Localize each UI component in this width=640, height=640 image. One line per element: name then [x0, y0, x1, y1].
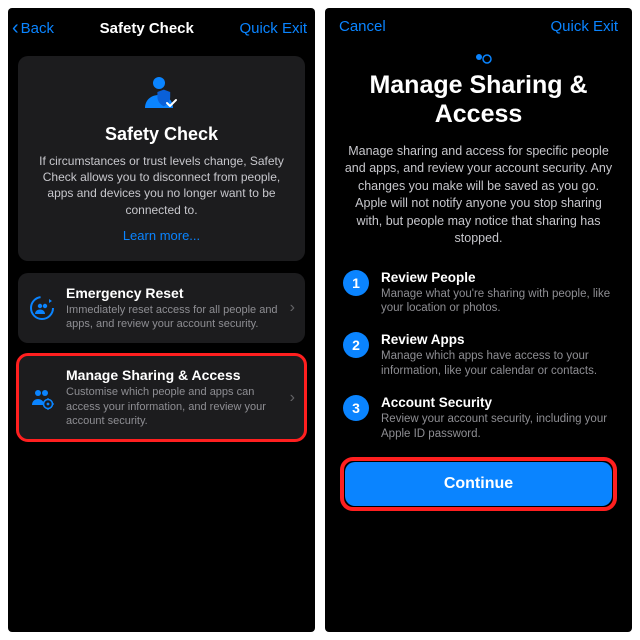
chevron-right-icon: › — [290, 389, 295, 407]
emergency-reset-sub: Immediately reset access for all people … — [66, 303, 280, 332]
page-body: Manage sharing and access for specific p… — [343, 143, 614, 248]
quick-exit-button[interactable]: Quick Exit — [239, 20, 307, 37]
step-body: Review Apps Manage which apps have acces… — [381, 332, 614, 379]
cancel-button[interactable]: Cancel — [339, 18, 386, 35]
continue-button[interactable]: Continue — [345, 462, 612, 506]
content: Safety Check If circumstances or trust l… — [8, 48, 315, 632]
people-gear-icon — [28, 385, 56, 411]
steps-list: 1 Review People Manage what you're shari… — [343, 270, 614, 443]
chevron-left-icon: ‹ — [12, 18, 19, 38]
step-sub: Review your account security, including … — [381, 412, 614, 442]
continue-highlight: Continue — [343, 460, 614, 508]
screen-manage-sharing: Cancel Quick Exit Manage Sharing & Acces… — [325, 8, 632, 632]
chevron-right-icon: › — [290, 299, 295, 317]
manage-sharing-row[interactable]: Manage Sharing & Access Customise which … — [18, 355, 305, 440]
reset-people-icon — [28, 295, 56, 321]
step-title: Review People — [381, 270, 614, 285]
navbar: ‹ Back Safety Check Quick Exit — [8, 8, 315, 48]
hero-title: Safety Check — [32, 124, 291, 145]
back-button[interactable]: ‹ Back — [12, 18, 54, 38]
row-text: Emergency Reset Immediately reset access… — [66, 285, 280, 332]
emergency-reset-row[interactable]: Emergency Reset Immediately reset access… — [18, 273, 305, 344]
learn-more-link[interactable]: Learn more... — [123, 228, 200, 243]
step-title: Account Security — [381, 395, 614, 410]
nav-title: Safety Check — [100, 20, 194, 37]
quick-exit-button[interactable]: Quick Exit — [550, 18, 618, 35]
back-label: Back — [21, 20, 54, 37]
step-body: Review People Manage what you're sharing… — [381, 270, 614, 317]
step-title: Review Apps — [381, 332, 614, 347]
step-number-badge: 2 — [343, 332, 369, 358]
step-sub: Manage which apps have access to your in… — [381, 349, 614, 379]
person-shield-icon — [32, 74, 291, 114]
people-gear-icon — [343, 49, 614, 65]
content: Manage Sharing & Access Manage sharing a… — [325, 45, 632, 632]
row-text: Manage Sharing & Access Customise which … — [66, 367, 280, 428]
manage-sharing-sub: Customise which people and apps can acce… — [66, 385, 280, 428]
manage-sharing-title: Manage Sharing & Access — [66, 367, 280, 383]
safety-check-card: Safety Check If circumstances or trust l… — [18, 56, 305, 261]
step-sub: Manage what you're sharing with people, … — [381, 287, 614, 317]
step-number-badge: 1 — [343, 270, 369, 296]
step-review-apps: 2 Review Apps Manage which apps have acc… — [343, 332, 614, 379]
navbar: Cancel Quick Exit — [325, 8, 632, 45]
step-account-security: 3 Account Security Review your account s… — [343, 395, 614, 442]
emergency-reset-title: Emergency Reset — [66, 285, 280, 301]
step-number-badge: 3 — [343, 395, 369, 421]
step-body: Account Security Review your account sec… — [381, 395, 614, 442]
page-title: Manage Sharing & Access — [343, 71, 614, 129]
screen-safety-check: ‹ Back Safety Check Quick Exit Safety Ch… — [8, 8, 315, 632]
hero-body: If circumstances or trust levels change,… — [32, 153, 291, 218]
step-review-people: 1 Review People Manage what you're shari… — [343, 270, 614, 317]
